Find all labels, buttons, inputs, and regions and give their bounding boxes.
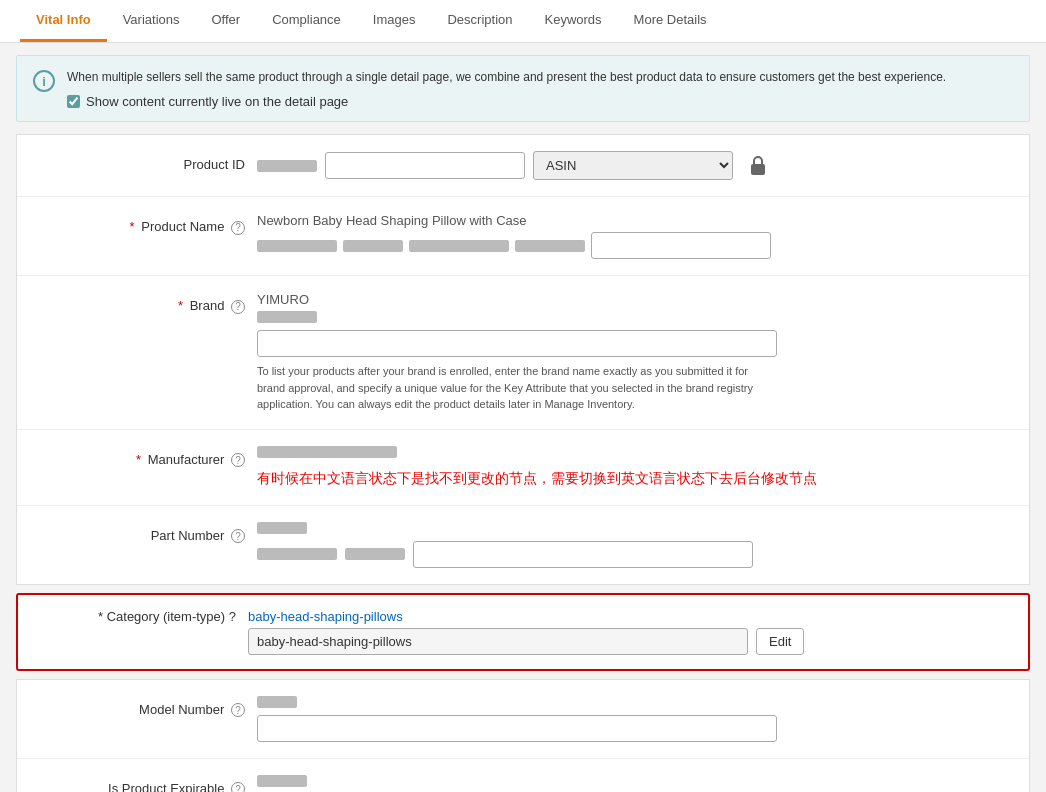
product-id-row: Product ID ASIN UPC EAN ISBN: [17, 135, 1029, 197]
category-label: * Category (item-type) ?: [28, 609, 248, 624]
expirable-row: Is Product Expirable ? Yes No: [17, 759, 1029, 792]
product-name-input-col: Newborn Baby Head Shaping Pillow with Ca…: [257, 213, 1009, 259]
show-content-label: Show content currently live on the detai…: [86, 94, 348, 109]
category-help-icon[interactable]: ?: [229, 609, 236, 624]
form-section-bottom: Model Number ? Is Product Expirable ? Ye…: [16, 679, 1030, 792]
tab-more-details[interactable]: More Details: [618, 0, 723, 42]
manufacturer-input-col: 有时候在中文语言状态下是找不到更改的节点，需要切换到英文语言状态下去后台修改节点: [257, 446, 1009, 489]
tab-images[interactable]: Images: [357, 0, 432, 42]
part-number-label: Part Number ?: [37, 522, 257, 544]
expirable-help-icon[interactable]: ?: [231, 782, 245, 792]
category-input-col: baby-head-shaping-pillows Edit: [248, 609, 1018, 655]
model-number-input-col: [257, 696, 1009, 742]
manufacturer-blur1: [257, 446, 397, 458]
tab-bar: Vital Info Variations Offer Compliance I…: [0, 0, 1046, 43]
tab-vital-info[interactable]: Vital Info: [20, 0, 107, 42]
category-display-value: baby-head-shaping-pillows: [248, 609, 1018, 624]
info-icon: i: [33, 70, 55, 92]
lock-icon: [749, 154, 769, 178]
product-name-row: * Product Name ? Newborn Baby Head Shapi…: [17, 197, 1029, 276]
category-value-row: Edit: [248, 628, 1018, 655]
brand-value: YIMURO: [257, 292, 1009, 307]
tab-variations[interactable]: Variations: [107, 0, 196, 42]
expirable-input-col: Yes No: [257, 775, 1009, 792]
info-banner-text: When multiple sellers sell the same prod…: [67, 68, 946, 86]
show-content-checkbox[interactable]: [67, 95, 80, 108]
brand-blur1: [257, 311, 317, 323]
part-number-help-icon[interactable]: ?: [231, 529, 245, 543]
category-box: * Category (item-type) ? baby-head-shapi…: [16, 593, 1030, 671]
product-name-help-icon[interactable]: ?: [231, 221, 245, 235]
tab-offer[interactable]: Offer: [196, 0, 257, 42]
category-edit-button[interactable]: Edit: [756, 628, 804, 655]
manufacturer-help-icon[interactable]: ?: [231, 453, 245, 467]
model-number-blur1: [257, 696, 297, 708]
product-id-label: Product ID: [37, 151, 257, 172]
brand-label: * Brand ?: [37, 292, 257, 314]
product-id-inputs: ASIN UPC EAN ISBN: [257, 151, 1009, 180]
model-number-help-icon[interactable]: ?: [231, 703, 245, 717]
category-input[interactable]: [248, 628, 748, 655]
info-banner: i When multiple sellers sell the same pr…: [16, 55, 1030, 122]
asin-select[interactable]: ASIN UPC EAN ISBN: [533, 151, 733, 180]
product-id-blurred: [257, 160, 317, 172]
manufacturer-row: * Manufacturer ? 有时候在中文语言状态下是找不到更改的节点，需要…: [17, 430, 1029, 506]
model-number-row: Model Number ?: [17, 680, 1029, 759]
tab-description[interactable]: Description: [431, 0, 528, 42]
product-id-input[interactable]: [325, 152, 525, 179]
chinese-annotation: 有时候在中文语言状态下是找不到更改的节点，需要切换到英文语言状态下去后台修改节点: [257, 467, 837, 489]
model-number-label: Model Number ?: [37, 696, 257, 718]
brand-hint: To list your products after your brand i…: [257, 363, 777, 413]
part-number-blur1: [257, 522, 307, 534]
product-name-value: Newborn Baby Head Shaping Pillow with Ca…: [257, 213, 1009, 228]
svg-rect-0: [751, 164, 765, 175]
tab-compliance[interactable]: Compliance: [256, 0, 357, 42]
form-section: Product ID ASIN UPC EAN ISBN: [16, 134, 1030, 585]
product-name-blur2: [343, 240, 403, 252]
expirable-label: Is Product Expirable ?: [37, 775, 257, 792]
expirable-blur1: [257, 775, 307, 787]
product-name-blur3: [409, 240, 509, 252]
product-name-input[interactable]: [591, 232, 771, 259]
product-name-label: * Product Name ?: [37, 213, 257, 235]
product-name-blurred-row: [257, 232, 1009, 259]
part-number-row: Part Number ?: [17, 506, 1029, 584]
tab-keywords[interactable]: Keywords: [529, 0, 618, 42]
manufacturer-label: * Manufacturer ?: [37, 446, 257, 468]
brand-help-icon[interactable]: ?: [231, 300, 245, 314]
product-name-blur1: [257, 240, 337, 252]
part-number-blur2: [257, 548, 337, 560]
part-number-input-col: [257, 522, 1009, 568]
part-number-blur3: [345, 548, 405, 560]
brand-row: * Brand ? YIMURO To list your products a…: [17, 276, 1029, 430]
brand-input-col: YIMURO To list your products after your …: [257, 292, 1009, 413]
product-name-blur4: [515, 240, 585, 252]
brand-input[interactable]: [257, 330, 777, 357]
part-number-input[interactable]: [413, 541, 753, 568]
model-number-input[interactable]: [257, 715, 777, 742]
